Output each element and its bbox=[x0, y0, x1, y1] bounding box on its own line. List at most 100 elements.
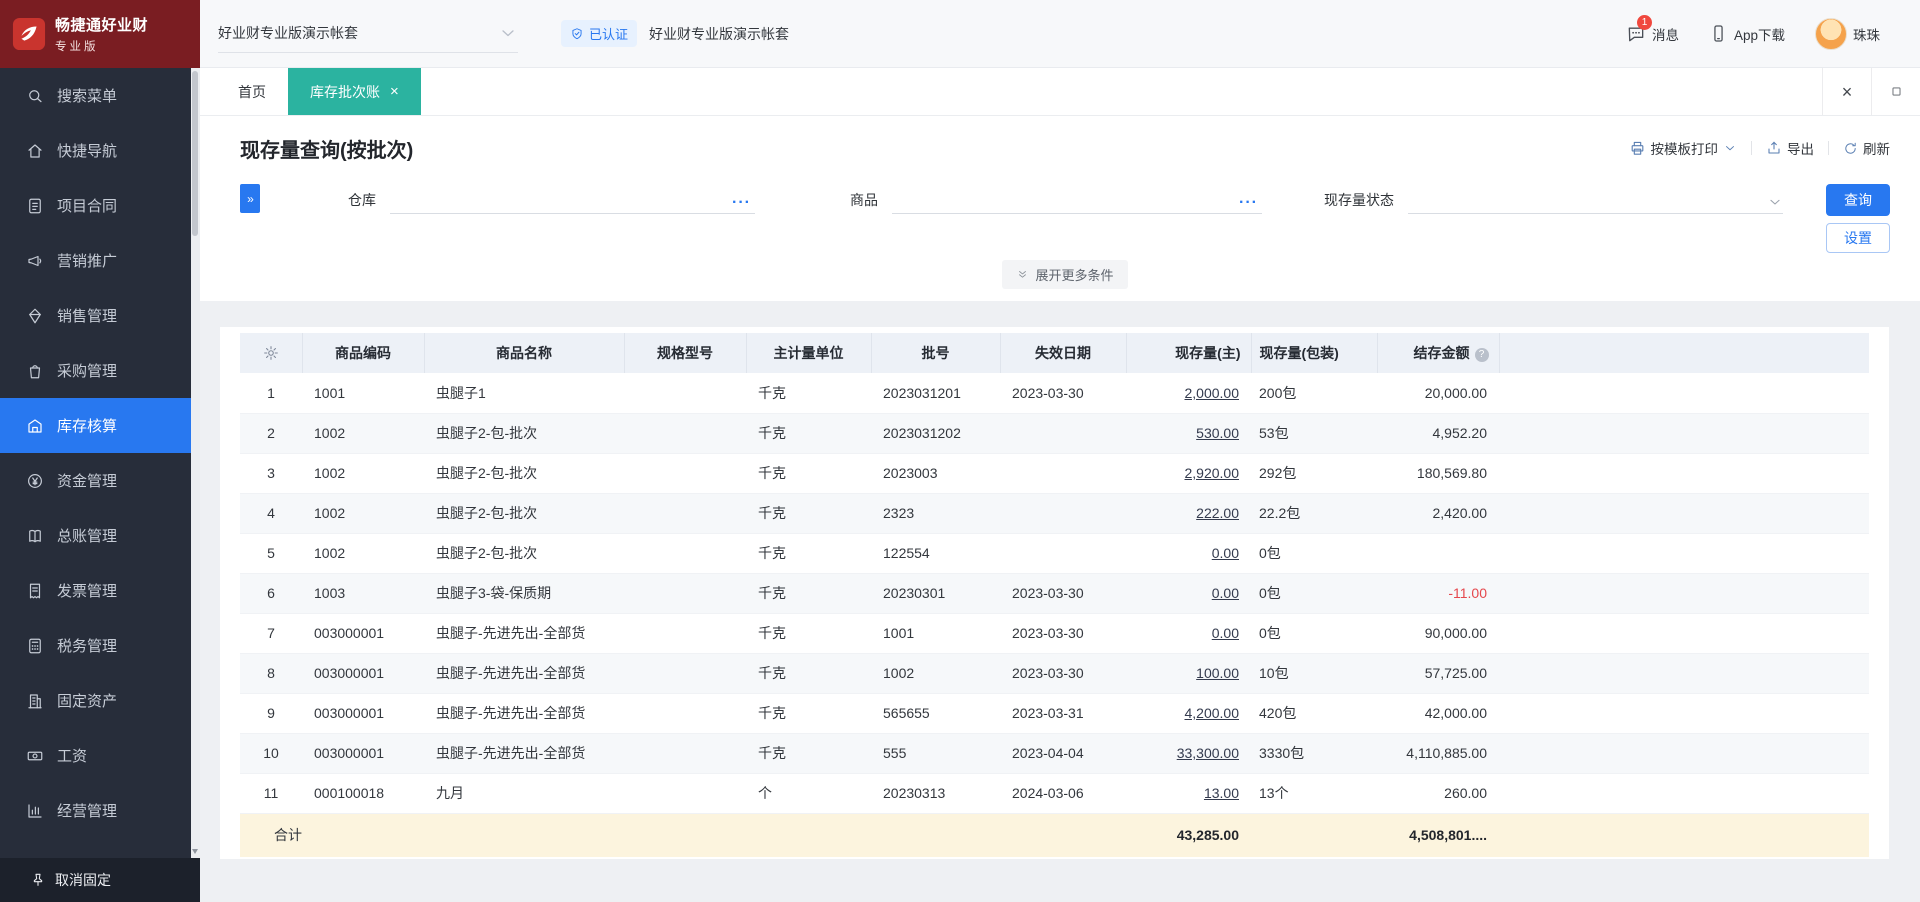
cell-amount: 42,000.00 bbox=[1377, 693, 1499, 734]
messages-button[interactable]: 1 消息 bbox=[1626, 14, 1679, 44]
qty-drilldown-link[interactable]: 530.00 bbox=[1196, 425, 1239, 441]
scrollbar-thumb[interactable] bbox=[192, 71, 198, 236]
filter-field-warehouse: 仓库 ··· bbox=[348, 186, 755, 214]
app-download-button[interactable]: App下载 bbox=[1709, 24, 1785, 44]
table-row[interactable]: 4 1002 虫腿子2-包-批次 千克 2323 222.00 22.2包 2,420.00 bbox=[240, 493, 1869, 534]
expand-more-conditions-button[interactable]: 展开更多条件 bbox=[1002, 260, 1128, 289]
tab-close-icon[interactable]: × bbox=[390, 84, 399, 99]
cell-pkg: 0包 bbox=[1251, 613, 1377, 654]
cell-expiry: 2023-03-30 bbox=[1000, 653, 1126, 694]
qty-drilldown-link[interactable]: 2,000.00 bbox=[1185, 385, 1240, 401]
cell-code: 1002 bbox=[302, 533, 424, 574]
fullscreen-button[interactable] bbox=[1871, 68, 1920, 115]
table-row[interactable]: 10 003000001 虫腿子-先进先出-全部货 千克 555 2023-04-04 33… bbox=[240, 733, 1869, 774]
sidebar-item-ledger[interactable]: 总账管理 bbox=[0, 508, 200, 563]
cell-qty: 0.00 bbox=[1126, 533, 1251, 574]
sidebar-item-more[interactable] bbox=[0, 838, 200, 858]
cell-name: 虫腿子2-包-批次 bbox=[424, 493, 624, 534]
user-menu[interactable]: 珠珠 bbox=[1815, 17, 1880, 50]
table-row[interactable]: 9 003000001 虫腿子-先进先出-全部货 千克 565655 2023-03-31… bbox=[240, 693, 1869, 734]
qty-drilldown-link[interactable]: 0.00 bbox=[1212, 545, 1239, 561]
table-row[interactable]: 7 003000001 虫腿子-先进先出-全部货 千克 1001 2023-03-30 0.… bbox=[240, 613, 1869, 654]
qty-drilldown-link[interactable]: 33,300.00 bbox=[1177, 745, 1239, 761]
tab-home[interactable]: 首页 bbox=[216, 68, 288, 115]
topbar: 畅捷通好业财 专业版 好业财专业版演示帐套 已认证 好业财专业版演示帐套 1 消… bbox=[0, 0, 1920, 68]
sidebar-item-sales[interactable]: 销售管理 bbox=[0, 288, 200, 343]
table-row[interactable]: 6 1003 虫腿子3-袋-保质期 千克 20230301 2023-03-30 0.00 0… bbox=[240, 573, 1869, 614]
collapse-filter-button[interactable]: » bbox=[240, 184, 260, 213]
cell-batch: 20230301 bbox=[871, 573, 1000, 614]
settings-button[interactable]: 设置 bbox=[1826, 223, 1890, 253]
cell-unit: 千克 bbox=[746, 733, 871, 774]
sidebar-scrollbar[interactable] bbox=[191, 68, 200, 858]
divider bbox=[1828, 141, 1829, 155]
cell-batch: 122554 bbox=[871, 533, 1000, 574]
qty-drilldown-link[interactable]: 0.00 bbox=[1212, 585, 1239, 601]
qty-drilldown-link[interactable]: 222.00 bbox=[1196, 505, 1239, 521]
qty-drilldown-link[interactable]: 100.00 bbox=[1196, 665, 1239, 681]
refresh-button[interactable]: 刷新 bbox=[1843, 138, 1890, 158]
home-icon bbox=[26, 142, 44, 160]
page-title: 现存量查询(按批次) bbox=[240, 139, 414, 162]
print-by-template-button[interactable]: 按模板打印 bbox=[1629, 138, 1738, 158]
column-settings-gear-icon[interactable] bbox=[240, 333, 303, 373]
help-icon[interactable]: ? bbox=[1474, 347, 1489, 362]
sidebar-item-purchase[interactable]: 采购管理 bbox=[0, 343, 200, 398]
scrollbar-down-arrow[interactable] bbox=[192, 849, 198, 854]
cell-unit: 千克 bbox=[746, 453, 871, 494]
filter-input-stock-status[interactable] bbox=[1408, 186, 1783, 214]
table-row[interactable]: 11 000100018 九月 个 20230313 2024-03-06 13.00 13个… bbox=[240, 773, 1869, 814]
cell-amount: -11.00 bbox=[1377, 573, 1499, 614]
sidebar-item-inventory[interactable]: 库存核算 bbox=[0, 398, 200, 453]
export-button[interactable]: 导出 bbox=[1766, 138, 1814, 158]
cell-batch: 555 bbox=[871, 733, 1000, 774]
sidebar-item-label: 总账管理 bbox=[57, 528, 118, 545]
picker-dots-icon[interactable]: ··· bbox=[1239, 194, 1258, 212]
sidebar-item-label: 销售管理 bbox=[57, 308, 118, 325]
cell-qty: 222.00 bbox=[1126, 493, 1251, 534]
cell-pkg: 292包 bbox=[1251, 453, 1377, 494]
qty-drilldown-link[interactable]: 2,920.00 bbox=[1185, 465, 1240, 481]
table-header-row: 商品编码 商品名称 规格型号 主计量单位 批号 失效日期 现存量(主) 现存量(包装) 结存金额… bbox=[240, 333, 1869, 373]
sidebar-item-marketing[interactable]: 营销推广 bbox=[0, 233, 200, 288]
table-row[interactable]: 3 1002 虫腿子2-包-批次 千克 2023003 2,920.00 292包 180,5… bbox=[240, 453, 1869, 494]
close-tab-button[interactable]: × bbox=[1822, 68, 1871, 115]
qty-drilldown-link[interactable]: 13.00 bbox=[1204, 785, 1239, 801]
filter-input-product[interactable]: ··· bbox=[892, 186, 1262, 214]
column-header-filler bbox=[1499, 333, 1869, 373]
sidebar-item-operations[interactable]: 经营管理 bbox=[0, 783, 200, 838]
sidebar-item-quick-nav[interactable]: 快捷导航 bbox=[0, 123, 200, 178]
qty-drilldown-link[interactable]: 0.00 bbox=[1212, 625, 1239, 641]
picker-dots-icon[interactable]: ··· bbox=[732, 194, 751, 212]
chevron-down-icon[interactable] bbox=[1767, 194, 1783, 210]
query-button[interactable]: 查询 bbox=[1826, 184, 1890, 216]
qty-drilldown-link[interactable]: 4,200.00 bbox=[1185, 705, 1240, 721]
sidebar-item-search-menu[interactable]: 搜索菜单 bbox=[0, 68, 200, 123]
account-selector[interactable]: 好业财专业版演示帐套 bbox=[218, 15, 518, 53]
table-row[interactable]: 5 1002 虫腿子2-包-批次 千克 122554 0.00 0包 bbox=[240, 533, 1869, 574]
cell-pkg: 53包 bbox=[1251, 413, 1377, 454]
unpin-label: 取消固定 bbox=[55, 872, 111, 888]
table-row[interactable]: 2 1002 虫腿子2-包-批次 千克 2023031202 530.00 53包 4,952… bbox=[240, 413, 1869, 454]
filter-input-warehouse[interactable]: ··· bbox=[390, 186, 755, 214]
cell-spec bbox=[624, 773, 746, 814]
cell-expiry: 2023-03-30 bbox=[1000, 373, 1126, 414]
tab-inventory-batch[interactable]: 库存批次账 × bbox=[288, 68, 421, 115]
unpin-sidebar-button[interactable]: 取消固定 bbox=[0, 858, 200, 902]
sidebar-item-funds[interactable]: 资金管理 bbox=[0, 453, 200, 508]
sidebar-item-invoice[interactable]: 发票管理 bbox=[0, 563, 200, 618]
app-download-label: App下载 bbox=[1733, 27, 1785, 43]
cell-code: 1003 bbox=[302, 573, 424, 614]
account-selector-value: 好业财专业版演示帐套 bbox=[218, 25, 358, 41]
app-logo: 畅捷通好业财 专业版 bbox=[0, 0, 200, 68]
sidebar-item-payroll[interactable]: 工资 bbox=[0, 728, 200, 783]
cell-qty: 33,300.00 bbox=[1126, 733, 1251, 774]
table-row[interactable]: 1 1001 虫腿子1 千克 2023031201 2023-03-30 2,000.00 2… bbox=[240, 373, 1869, 414]
cell-code: 003000001 bbox=[302, 613, 424, 654]
sidebar-item-fixed-assets[interactable]: 固定资产 bbox=[0, 673, 200, 728]
cell-code: 1002 bbox=[302, 493, 424, 534]
account-name: 好业财专业版演示帐套 bbox=[649, 25, 790, 42]
sidebar-item-tax[interactable]: 税务管理 bbox=[0, 618, 200, 673]
table-row[interactable]: 8 003000001 虫腿子-先进先出-全部货 千克 1002 2023-03-30 10… bbox=[240, 653, 1869, 694]
sidebar-item-project-contract[interactable]: 项目合同 bbox=[0, 178, 200, 233]
